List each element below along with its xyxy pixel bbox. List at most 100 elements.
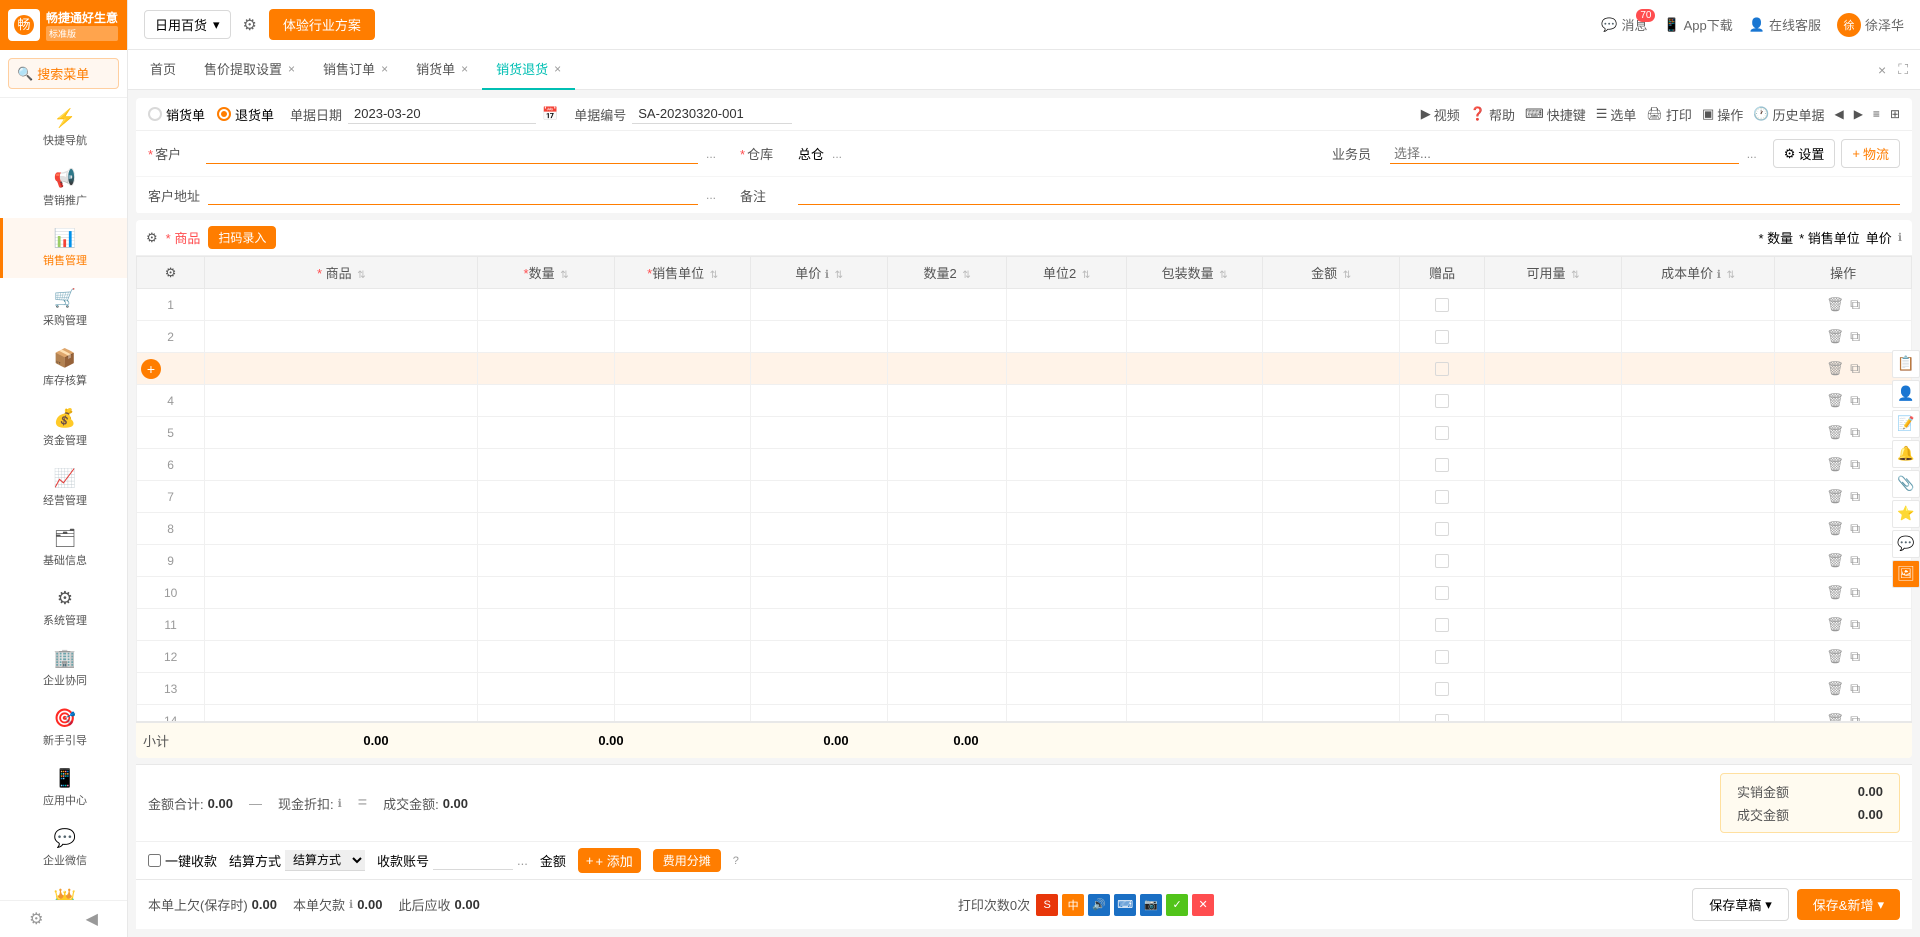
right-panel-btn-8[interactable]: 🖼 xyxy=(1892,560,1920,588)
unit-input-8[interactable] xyxy=(619,521,747,536)
qty2-cell-8[interactable] xyxy=(887,513,1006,545)
price-cell-11[interactable] xyxy=(751,609,888,641)
unit-cell-3[interactable] xyxy=(614,353,751,385)
pkg-cell-5[interactable] xyxy=(1126,417,1263,449)
qty-cell-7[interactable] xyxy=(478,481,615,513)
credit-info-icon[interactable]: ℹ xyxy=(349,898,353,911)
qty-sort-icon[interactable]: ⇅ xyxy=(560,270,568,281)
user-avatar[interactable]: 徐 徐泽华 xyxy=(1837,13,1904,37)
cost-cell-5[interactable] xyxy=(1621,417,1775,449)
qty-cell-1[interactable] xyxy=(478,289,615,321)
price-cell-12[interactable] xyxy=(751,641,888,673)
product-input-4[interactable] xyxy=(209,393,473,408)
cost-cell-8[interactable] xyxy=(1621,513,1775,545)
qty2-cell-1[interactable] xyxy=(887,289,1006,321)
unit-cell-13[interactable] xyxy=(614,673,751,705)
customer-input[interactable] xyxy=(206,144,698,164)
s-icon-3[interactable]: 🔊 xyxy=(1088,894,1110,916)
avail-cell-5[interactable] xyxy=(1485,417,1622,449)
delete-row-1-btn[interactable]: 🗑 xyxy=(1826,296,1844,313)
cost-cell-2[interactable] xyxy=(1621,321,1775,353)
price-cell-14[interactable] xyxy=(751,705,888,722)
product-cell-12[interactable] xyxy=(205,641,478,673)
close-tab-btn[interactable]: × xyxy=(1874,58,1890,82)
avail-cell-12[interactable] xyxy=(1485,641,1622,673)
gift-cell-11[interactable] xyxy=(1399,609,1484,641)
pkg-cell-6[interactable] xyxy=(1126,449,1263,481)
gift-checkbox-6[interactable] xyxy=(1435,458,1449,472)
unit2-cell-5[interactable] xyxy=(1007,417,1126,449)
customer-dots-btn[interactable]: ... xyxy=(706,147,716,161)
copy-row-6-btn[interactable]: ⧉ xyxy=(1850,456,1860,473)
scan-input-btn[interactable]: 扫码录入 xyxy=(208,226,276,249)
avail-cell-4[interactable] xyxy=(1485,385,1622,417)
cost-info-icon[interactable]: ℹ xyxy=(1717,269,1721,281)
qty-input-9[interactable] xyxy=(482,553,610,568)
unit-cell-1[interactable] xyxy=(614,289,751,321)
close-price-settings-tab[interactable]: × xyxy=(288,62,295,76)
qty-cell-2[interactable] xyxy=(478,321,615,353)
price-cell-4[interactable] xyxy=(751,385,888,417)
avail-cell-1[interactable] xyxy=(1485,289,1622,321)
qty-cell-4[interactable] xyxy=(478,385,615,417)
delete-row-9-btn[interactable]: 🗑 xyxy=(1826,552,1844,569)
right-panel-btn-7[interactable]: 💬 xyxy=(1892,530,1920,558)
product-input-6[interactable] xyxy=(209,457,473,472)
sidebar-item-enterprise[interactable]: 🏢 企业协同 xyxy=(0,638,127,698)
bill-date-input[interactable] xyxy=(348,104,536,124)
operate-btn[interactable]: ▣ 操作 xyxy=(1702,105,1743,124)
copy-row-9-btn[interactable]: ⧉ xyxy=(1850,552,1860,569)
one-click-payment-checkbox[interactable]: 一键收款 xyxy=(148,851,217,870)
qty2-cell-10[interactable] xyxy=(887,577,1006,609)
delete-row-4-btn[interactable]: 🗑 xyxy=(1826,392,1844,409)
product-input-3[interactable] xyxy=(209,361,473,376)
qty-cell-14[interactable] xyxy=(478,705,615,722)
price-cell-3[interactable] xyxy=(751,353,888,385)
cost-cell-14[interactable] xyxy=(1621,705,1775,722)
unit2-cell-9[interactable] xyxy=(1007,545,1126,577)
prev-record-btn[interactable]: ◀ xyxy=(1834,107,1843,121)
pkg-cell-9[interactable] xyxy=(1126,545,1263,577)
product-input-2[interactable] xyxy=(209,329,473,344)
pkg-cell-13[interactable] xyxy=(1126,673,1263,705)
product-sort-icon[interactable]: ⇅ xyxy=(357,270,365,281)
unit2-cell-2[interactable] xyxy=(1007,321,1126,353)
gift-checkbox-14[interactable] xyxy=(1435,714,1449,722)
gift-checkbox-2[interactable] xyxy=(1435,330,1449,344)
avail-cell-13[interactable] xyxy=(1485,673,1622,705)
delete-row-7-btn[interactable]: 🗑 xyxy=(1826,488,1844,505)
qty-cell-5[interactable] xyxy=(478,417,615,449)
gift-checkbox-3[interactable] xyxy=(1435,362,1449,376)
delete-row-6-btn[interactable]: 🗑 xyxy=(1826,456,1844,473)
s-icon-1[interactable]: S xyxy=(1036,894,1058,916)
amount-cell-4[interactable] xyxy=(1263,385,1400,417)
gift-cell-6[interactable] xyxy=(1399,449,1484,481)
pkg-cell-7[interactable] xyxy=(1126,481,1263,513)
gift-cell-4[interactable] xyxy=(1399,385,1484,417)
customer-service-btn[interactable]: 👤 在线客服 xyxy=(1749,15,1821,34)
cost-cell-10[interactable] xyxy=(1621,577,1775,609)
avail-cell-6[interactable] xyxy=(1485,449,1622,481)
avail-sort-icon[interactable]: ⇅ xyxy=(1571,270,1579,281)
payment-help-icon[interactable]: ? xyxy=(733,855,739,867)
settings-gear-icon[interactable]: ⚙ xyxy=(243,15,257,35)
cost-cell-11[interactable] xyxy=(1621,609,1775,641)
table-gear-icon[interactable]: ⚙ xyxy=(165,265,177,280)
unit2-cell-6[interactable] xyxy=(1007,449,1126,481)
qty-cell-9[interactable] xyxy=(478,545,615,577)
salesperson-dots-btn[interactable]: ... xyxy=(1747,147,1757,161)
help-btn[interactable]: ❓ 帮助 xyxy=(1470,105,1515,124)
product-input-7[interactable] xyxy=(209,489,473,504)
unit2-cell-1[interactable] xyxy=(1007,289,1126,321)
copy-row-5-btn[interactable]: ⧉ xyxy=(1850,424,1860,441)
qty-input-4[interactable] xyxy=(482,393,610,408)
unit-input-4[interactable] xyxy=(619,393,747,408)
amount-cell-2[interactable] xyxy=(1263,321,1400,353)
unit-input-12[interactable] xyxy=(619,649,747,664)
maximize-tab-btn[interactable]: ⛶ xyxy=(1894,57,1912,82)
product-cell-7[interactable] xyxy=(205,481,478,513)
copy-row-1-btn[interactable]: ⧉ xyxy=(1850,296,1860,313)
product-cell-3[interactable] xyxy=(205,353,478,385)
tab-sales-delivery[interactable]: 销货单 × xyxy=(402,50,482,90)
sidebar-item-basic-info[interactable]: 🗂 基础信息 xyxy=(0,518,127,578)
